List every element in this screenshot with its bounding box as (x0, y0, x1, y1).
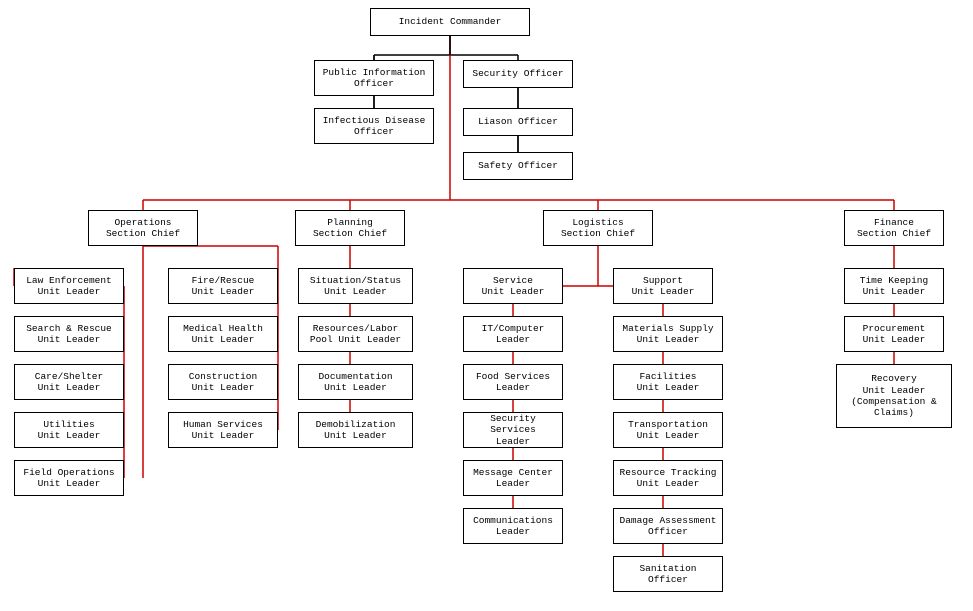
field-ops-node: Field Operations Unit Leader (14, 460, 124, 496)
food-services-node: Food Services Leader (463, 364, 563, 400)
law-enforcement-node: Law Enforcement Unit Leader (14, 268, 124, 304)
planning-chief-node: Planning Section Chief (295, 210, 405, 246)
liason-officer-node: Liason Officer (463, 108, 573, 136)
materials-supply-node: Materials Supply Unit Leader (613, 316, 723, 352)
service-unit-node: Service Unit Leader (463, 268, 563, 304)
sanitation-node: Sanitation Officer (613, 556, 723, 592)
ops-chief-node: Operations Section Chief (88, 210, 198, 246)
security-services-node: Security Services Leader (463, 412, 563, 448)
medical-health-node: Medical Health Unit Leader (168, 316, 278, 352)
fire-rescue-node: Fire/Rescue Unit Leader (168, 268, 278, 304)
support-unit-node: Support Unit Leader (613, 268, 713, 304)
communications-node: Communications Leader (463, 508, 563, 544)
incident-commander-node: Incident Commander (370, 8, 530, 36)
security-officer-node: Security Officer (463, 60, 573, 88)
it-computer-node: IT/Computer Leader (463, 316, 563, 352)
facilities-node: Facilities Unit Leader (613, 364, 723, 400)
search-rescue-node: Search & Rescue Unit Leader (14, 316, 124, 352)
human-services-node: Human Services Unit Leader (168, 412, 278, 448)
logistics-chief-node: Logistics Section Chief (543, 210, 653, 246)
resource-tracking-node: Resource Tracking Unit Leader (613, 460, 723, 496)
time-keeping-node: Time Keeping Unit Leader (844, 268, 944, 304)
care-shelter-node: Care/Shelter Unit Leader (14, 364, 124, 400)
safety-officer-node: Safety Officer (463, 152, 573, 180)
damage-assessment-node: Damage Assessment Officer (613, 508, 723, 544)
resources-labor-node: Resources/Labor Pool Unit Leader (298, 316, 413, 352)
message-center-node: Message Center Leader (463, 460, 563, 496)
demobilization-node: Demobilization Unit Leader (298, 412, 413, 448)
public-info-node: Public Information Officer (314, 60, 434, 96)
recovery-node: Recovery Unit Leader (Compensation & Cla… (836, 364, 952, 428)
construction-node: Construction Unit Leader (168, 364, 278, 400)
procurement-node: Procurement Unit Leader (844, 316, 944, 352)
transportation-node: Transportation Unit Leader (613, 412, 723, 448)
org-chart: Incident Commander Public Information Off… (0, 0, 973, 611)
infectious-disease-node: Infectious Disease Officer (314, 108, 434, 144)
documentation-node: Documentation Unit Leader (298, 364, 413, 400)
situation-status-node: Situation/Status Unit Leader (298, 268, 413, 304)
utilities-node: Utilities Unit Leader (14, 412, 124, 448)
finance-chief-node: Finance Section Chief (844, 210, 944, 246)
